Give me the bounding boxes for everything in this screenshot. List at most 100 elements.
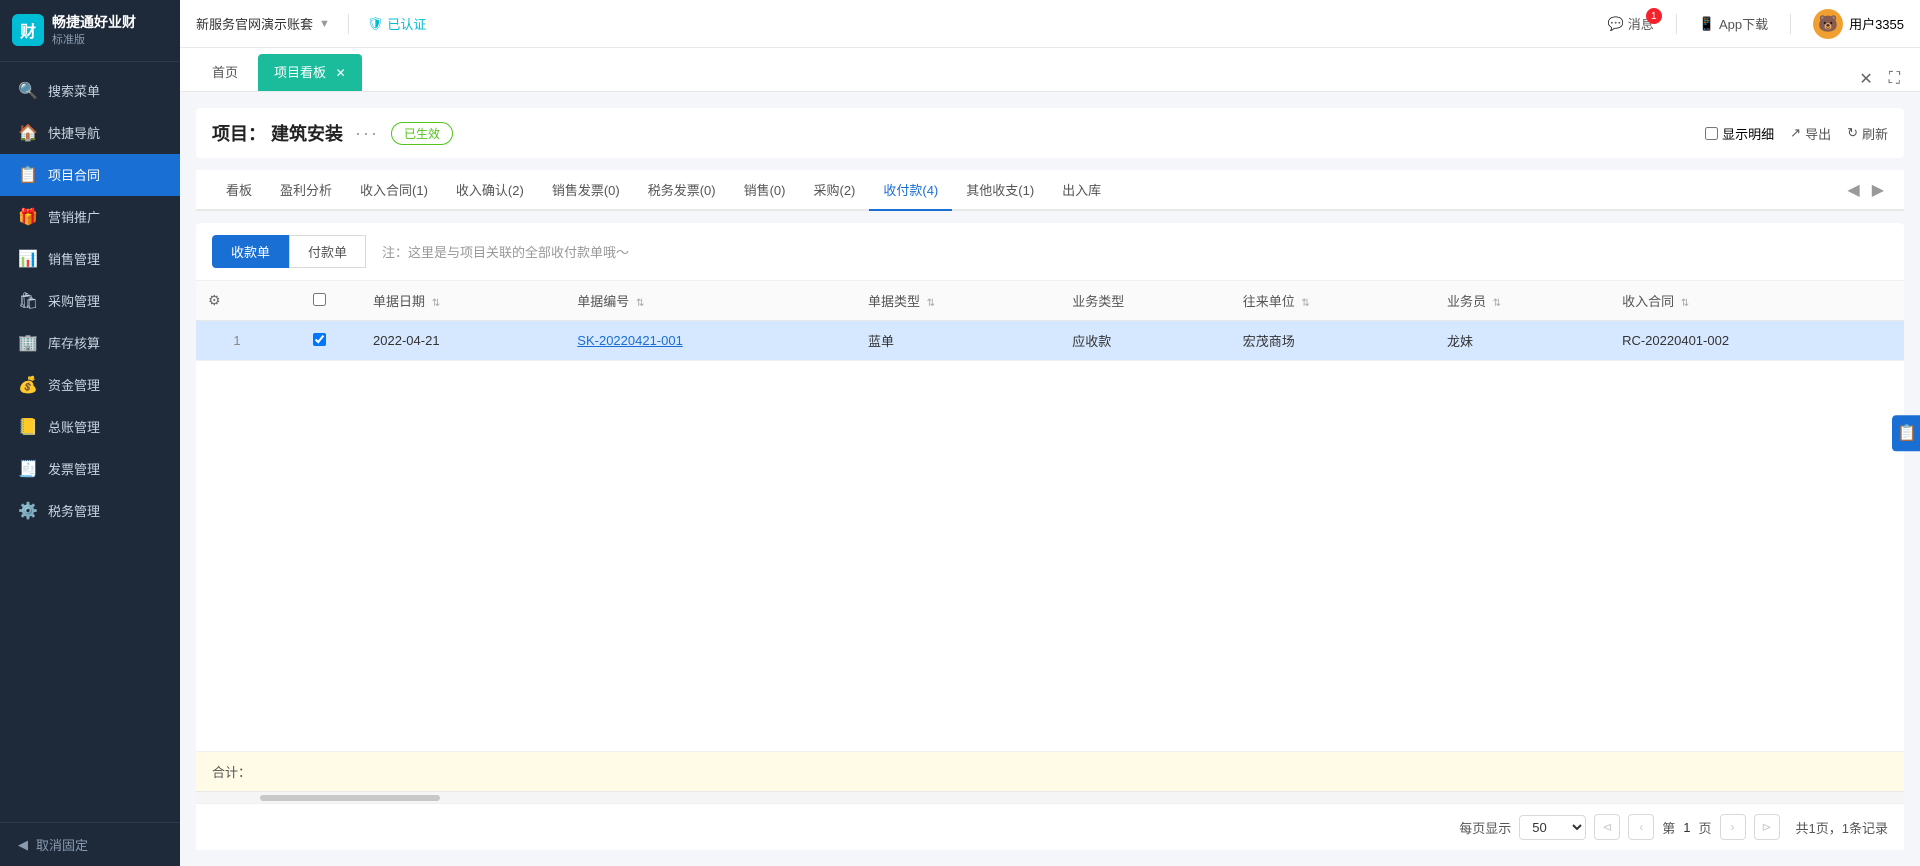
- sidebar-item-label: 库存核算: [48, 333, 100, 352]
- sidebar-item-sales[interactable]: 📊 销售管理: [0, 238, 180, 280]
- tab-home[interactable]: 首页: [196, 54, 254, 91]
- pagination-total: 共1页，1条记录: [1796, 818, 1888, 837]
- account-selector[interactable]: 新服务官网演示账套 ▼: [196, 14, 330, 33]
- receipt-toggle-btn[interactable]: 收款单: [212, 235, 289, 268]
- refresh-icon: ↻: [1847, 125, 1858, 141]
- float-right-panel-btn[interactable]: 📋: [1892, 415, 1920, 451]
- project-header: 项目： 建筑安装 ··· 已生效 显示明细 ↗ 导出 ↻ 刷新: [196, 108, 1904, 158]
- table-row[interactable]: 1 2022-04-21 SK-20220421-001 蓝单 应收款 宏茂商场: [196, 321, 1904, 361]
- table-footer: 合计：: [196, 751, 1904, 791]
- sidebar-item-label: 项目合同: [48, 165, 100, 184]
- sidebar-item-quicknav[interactable]: 🏠 快捷导航: [0, 112, 180, 154]
- sidebar-item-contract[interactable]: 📋 项目合同: [0, 154, 180, 196]
- col-number[interactable]: 单据编号 ⇅: [565, 281, 856, 321]
- subtab-nav: ◀ ▶: [1843, 176, 1888, 204]
- refresh-button[interactable]: ↻ 刷新: [1847, 124, 1888, 143]
- topbar-divider-1: [348, 14, 349, 34]
- col-income-contract[interactable]: 收入合同 ⇅: [1610, 281, 1904, 321]
- contract-icon: 📋: [18, 165, 38, 185]
- subtab-sales-invoice[interactable]: 销售发票(0): [538, 170, 634, 211]
- page-last-btn[interactable]: ⊳: [1754, 814, 1780, 840]
- project-actions: 显示明细 ↗ 导出 ↻ 刷新: [1705, 124, 1888, 143]
- pagination: 每页显示 50 ⊲ ‹ 第 1 页 › ⊳ 共1页，1条记录: [196, 803, 1904, 850]
- row-date: 2022-04-21: [361, 321, 565, 361]
- show-detail-checkbox[interactable]: 显示明细: [1705, 124, 1774, 143]
- sidebar-item-finance[interactable]: 💰 资金管理: [0, 364, 180, 406]
- select-all-checkbox[interactable]: [313, 293, 326, 306]
- subtab-profit[interactable]: 盈利分析: [266, 170, 346, 211]
- page-current: 1: [1683, 820, 1690, 835]
- sales-icon: 📊: [18, 249, 38, 269]
- subtab-sales[interactable]: 销售(0): [730, 170, 800, 211]
- user-menu[interactable]: 🐻 用户3355: [1813, 9, 1904, 39]
- app-download-button[interactable]: 📱 App下载: [1699, 14, 1768, 33]
- sidebar-item-purchase[interactable]: 🛍 采购管理: [0, 280, 180, 322]
- sidebar-unpin[interactable]: ◀ 取消固定: [0, 822, 180, 866]
- topbar-divider-2: [1676, 14, 1677, 34]
- col-date[interactable]: 单据日期 ⇅: [361, 281, 565, 321]
- marketing-icon: 🎁: [18, 207, 38, 227]
- close-window-icon[interactable]: ✕: [1855, 67, 1876, 91]
- topbar: 新服务官网演示账套 ▼ 🛡 已认证 💬 消息 1 📱 App下载 🐻 用户335…: [180, 0, 1920, 48]
- col-type[interactable]: 单据类型 ⇅: [856, 281, 1060, 321]
- hscrollbar[interactable]: [196, 791, 1904, 803]
- page-suffix: 页: [1699, 818, 1712, 837]
- content-area: 项目： 建筑安装 ··· 已生效 显示明细 ↗ 导出 ↻ 刷新: [180, 92, 1920, 866]
- row-checkbox[interactable]: [313, 333, 326, 346]
- sidebar-item-marketing[interactable]: 🎁 营销推广: [0, 196, 180, 238]
- page-next-btn[interactable]: ›: [1720, 814, 1746, 840]
- tab-close-icon[interactable]: ✕: [336, 66, 346, 80]
- main-area: 新服务官网演示账套 ▼ 🛡 已认证 💬 消息 1 📱 App下载 🐻 用户335…: [180, 0, 1920, 866]
- message-button[interactable]: 💬 消息 1: [1608, 14, 1654, 33]
- user-avatar: 🐻: [1813, 9, 1843, 39]
- subtab-income-contract[interactable]: 收入合同(1): [346, 170, 442, 211]
- sidebar-item-search[interactable]: 🔍 搜索菜单: [0, 70, 180, 112]
- subtab-purchase[interactable]: 采购(2): [799, 170, 869, 211]
- subtab-tax-invoice[interactable]: 税务发票(0): [634, 170, 730, 211]
- subtab-prev-icon[interactable]: ◀: [1843, 176, 1863, 204]
- unpin-icon: ◀: [18, 837, 28, 853]
- col-biz-type: 业务类型: [1060, 281, 1231, 321]
- partner-sort-icon: ⇅: [1301, 298, 1309, 309]
- sidebar-item-ledger[interactable]: 📒 总账管理: [0, 406, 180, 448]
- subtab-next-icon[interactable]: ▶: [1868, 176, 1888, 204]
- page-label: 第: [1662, 818, 1675, 837]
- tabbar-controls: ✕ ⛶: [1855, 67, 1904, 91]
- show-detail-input[interactable]: [1705, 127, 1718, 140]
- row-partner: 宏茂商场: [1231, 321, 1435, 361]
- message-icon: 💬: [1608, 16, 1624, 32]
- tab-project-board[interactable]: 项目看板 ✕: [258, 54, 362, 91]
- subtab-kanban[interactable]: 看板: [212, 170, 266, 211]
- sidebar-item-label: 销售管理: [48, 249, 100, 268]
- inventory-icon: 🏢: [18, 333, 38, 353]
- col-gear[interactable]: ⚙: [196, 281, 278, 321]
- sidebar-item-label: 总账管理: [48, 417, 100, 436]
- app-subtitle: 标准版: [52, 31, 136, 47]
- row-checkbox-cell[interactable]: [278, 321, 361, 361]
- topbar-divider-3: [1790, 14, 1791, 34]
- col-salesperson[interactable]: 业务员 ⇅: [1435, 281, 1610, 321]
- subtab-income-confirm[interactable]: 收入确认(2): [442, 170, 538, 211]
- maximize-window-icon[interactable]: ⛶: [1885, 68, 1904, 90]
- col-select-all[interactable]: [278, 281, 361, 321]
- hscroll-thumb[interactable]: [260, 795, 440, 801]
- number-sort-icon: ⇅: [636, 298, 644, 309]
- message-badge: 1: [1646, 8, 1662, 24]
- col-partner[interactable]: 往来单位 ⇅: [1231, 281, 1435, 321]
- sidebar-item-invoice[interactable]: 🧾 发票管理: [0, 448, 180, 490]
- per-page-select[interactable]: 50: [1519, 815, 1586, 840]
- subtab-other-expense[interactable]: 其他收支(1): [952, 170, 1048, 211]
- project-more-icon[interactable]: ···: [355, 123, 379, 144]
- row-number-link[interactable]: SK-20220421-001: [565, 321, 856, 361]
- tax-icon: ⚙️: [18, 501, 38, 521]
- finance-icon: 💰: [18, 375, 38, 395]
- subtab-inout[interactable]: 出入库: [1048, 170, 1115, 211]
- payment-toggle-btn[interactable]: 付款单: [289, 235, 366, 268]
- sidebar-item-inventory[interactable]: 🏢 库存核算: [0, 322, 180, 364]
- page-first-btn[interactable]: ⊲: [1594, 814, 1620, 840]
- export-button[interactable]: ↗ 导出: [1790, 124, 1831, 143]
- page-prev-btn[interactable]: ‹: [1628, 814, 1654, 840]
- shield-icon: 🛡: [367, 16, 384, 32]
- sidebar-item-tax[interactable]: ⚙️ 税务管理: [0, 490, 180, 532]
- subtab-receipt-payment[interactable]: 收付款(4): [869, 170, 952, 211]
